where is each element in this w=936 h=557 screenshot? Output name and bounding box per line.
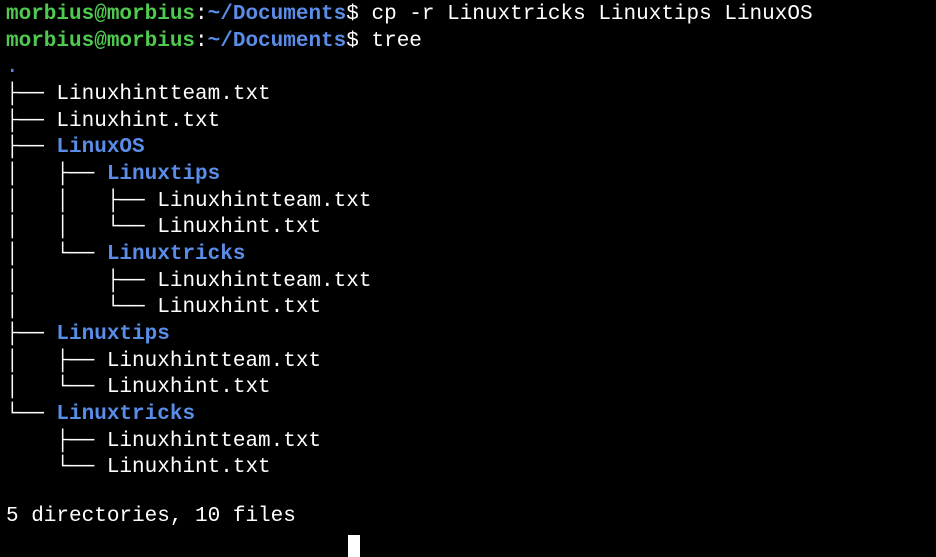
dir-label: Linuxtips (56, 323, 169, 346)
prompt-user: morbius@morbius (6, 3, 195, 26)
tree-item: └── Linuxtricks (6, 402, 930, 429)
tree-item: ├── Linuxhintteam.txt (6, 82, 930, 109)
tree-item: │ │ ├── Linuxhintteam.txt (6, 189, 930, 216)
file-label: Linuxhint.txt (157, 216, 321, 239)
file-label: Linuxhint.txt (157, 296, 321, 319)
file-label: Linuxhint.txt (107, 456, 271, 479)
dir-label: LinuxOS (56, 136, 144, 159)
tree-item: │ └── Linuxhint.txt (6, 375, 930, 402)
prompt-path: ~/Documents (208, 3, 347, 26)
tree-item: ├── Linuxtips (6, 322, 930, 349)
tree-item: ├── LinuxOS (6, 135, 930, 162)
prompt-line-1: morbius@morbius:~/Documents$ cp -r Linux… (6, 2, 930, 29)
tree-item: │ │ └── Linuxhint.txt (6, 215, 930, 242)
file-label: Linuxhint.txt (56, 110, 220, 133)
tree-item: │ ├── Linuxtips (6, 162, 930, 189)
prompt-line-2: morbius@morbius:~/Documents$ tree (6, 29, 930, 56)
file-label: Linuxhintteam.txt (107, 350, 321, 373)
tree-item: └── Linuxhint.txt (6, 455, 930, 482)
cursor-icon (348, 535, 360, 557)
cursor-line[interactable]: xxxxxxxxxxxxxxxxxxxxxxxxxxx (6, 530, 930, 557)
tree-item: │ └── Linuxtricks (6, 242, 930, 269)
tree-item: │ └── Linuxhint.txt (6, 295, 930, 322)
tree-item: ├── Linuxhintteam.txt (6, 429, 930, 456)
command-tree: tree (371, 30, 421, 53)
dir-label: Linuxtips (107, 163, 220, 186)
prompt-user: morbius@morbius (6, 30, 195, 53)
tree-item: ├── Linuxhint.txt (6, 109, 930, 136)
dir-label: Linuxtricks (56, 403, 195, 426)
tree-item: │ ├── Linuxhintteam.txt (6, 269, 930, 296)
file-label: Linuxhintteam.txt (157, 270, 371, 293)
tree-summary: 5 directories, 10 files (6, 504, 930, 531)
tree-item: │ ├── Linuxhintteam.txt (6, 349, 930, 376)
command-cp: cp -r Linuxtricks Linuxtips LinuxOS (371, 3, 812, 26)
tree-root: . (6, 55, 930, 82)
file-label: Linuxhintteam.txt (56, 83, 270, 106)
prompt-path: ~/Documents (208, 30, 347, 53)
dir-label: Linuxtricks (107, 243, 246, 266)
file-label: Linuxhintteam.txt (157, 190, 371, 213)
file-label: Linuxhint.txt (107, 376, 271, 399)
file-label: Linuxhintteam.txt (107, 430, 321, 453)
